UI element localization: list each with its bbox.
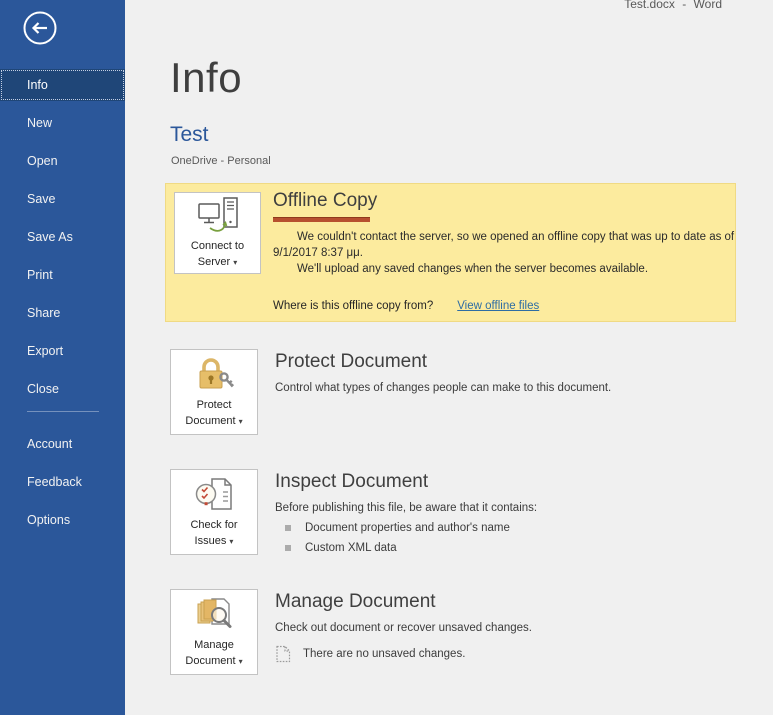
dropdown-caret-icon: ▾	[229, 536, 234, 546]
check-issues-icon	[192, 475, 236, 515]
offline-copy-paragraph-1: We couldn't contact the server, so we op…	[273, 231, 735, 259]
square-bullet-icon	[285, 545, 291, 551]
window-title: Test.docx - Word	[624, 0, 722, 11]
section-description: Check out document or recover unsaved ch…	[275, 622, 532, 634]
sidebar-item-print[interactable]: Print	[0, 259, 125, 291]
section-description: Before publishing this file, be aware th…	[275, 502, 538, 514]
check-for-issues-label: Check for Issues ▾	[190, 519, 238, 547]
sidebar-item-save[interactable]: Save	[0, 183, 125, 215]
document-location: OneDrive - Personal	[171, 155, 271, 167]
unsaved-changes-note: There are no unsaved changes.	[275, 645, 745, 663]
sidebar-item-info[interactable]: Info	[0, 69, 125, 101]
dropdown-caret-icon: ▾	[238, 656, 243, 666]
page-title: Info	[170, 54, 243, 101]
offline-copy-footer: Where is this offline copy from? View of…	[273, 300, 539, 312]
sidebar-item-save-as[interactable]: Save As	[0, 221, 125, 253]
manage-document-label: Manage Document ▾	[185, 639, 243, 667]
manage-document-button[interactable]: Manage Document ▾	[170, 589, 258, 675]
inspect-bullet-item: Custom XML data	[275, 542, 745, 554]
connect-to-server-button[interactable]: Connect to Server ▾	[174, 192, 261, 274]
sidebar-divider	[27, 411, 99, 412]
dashed-document-icon	[275, 645, 292, 663]
offline-copy-paragraph-2: We'll upload any saved changes when the …	[297, 263, 649, 275]
connect-server-icon	[196, 196, 240, 236]
sidebar-item-options[interactable]: Options	[0, 504, 125, 536]
section-title: Inspect Document	[275, 471, 429, 492]
check-for-issues-button[interactable]: Check for Issues ▾	[170, 469, 258, 555]
offline-copy-title: Offline Copy	[273, 190, 378, 211]
backstage-nav: Info New Open Save Save As Print Share E…	[0, 69, 125, 542]
sidebar-item-share[interactable]: Share	[0, 297, 125, 329]
offline-copy-underline	[273, 217, 370, 222]
manage-document-section: Manage Document ▾ Manage Document Check …	[170, 589, 745, 675]
back-arrow-icon	[22, 10, 58, 46]
sidebar-item-close[interactable]: Close	[0, 373, 125, 405]
document-title: Test	[170, 123, 209, 146]
square-bullet-icon	[285, 525, 291, 531]
lock-key-icon	[192, 355, 236, 395]
protect-document-button[interactable]: Protect Document ▾	[170, 349, 258, 435]
sidebar-item-open[interactable]: Open	[0, 145, 125, 177]
sidebar-item-account[interactable]: Account	[0, 428, 125, 460]
dropdown-caret-icon: ▾	[238, 416, 243, 426]
inspect-bullet-item: Document properties and author's name	[275, 522, 745, 534]
sidebar-item-new[interactable]: New	[0, 107, 125, 139]
view-offline-files-link[interactable]: View offline files	[457, 300, 539, 312]
protect-document-label: Protect Document ▾	[185, 399, 243, 427]
backstage-sidebar: Info New Open Save Save As Print Share E…	[0, 0, 125, 715]
section-description: Control what types of changes people can…	[275, 382, 612, 394]
offline-copy-banner: Connect to Server ▾ Offline Copy We coul…	[165, 183, 736, 322]
back-button[interactable]	[22, 10, 58, 46]
section-title: Manage Document	[275, 591, 436, 612]
offline-copy-question: Where is this offline copy from?	[273, 300, 434, 312]
inspect-document-section: Check for Issues ▾ Inspect Document Befo…	[170, 469, 745, 555]
documents-magnifier-icon	[192, 595, 236, 635]
protect-document-section: Protect Document ▾ Protect Document Cont…	[170, 349, 745, 435]
section-title: Protect Document	[275, 351, 428, 372]
offline-copy-message: We couldn't contact the server, so we op…	[273, 229, 735, 277]
sidebar-item-feedback[interactable]: Feedback	[0, 466, 125, 498]
dropdown-caret-icon: ▾	[233, 257, 238, 267]
sidebar-item-export[interactable]: Export	[0, 335, 125, 367]
connect-to-server-label: Connect to Server ▾	[190, 240, 245, 268]
